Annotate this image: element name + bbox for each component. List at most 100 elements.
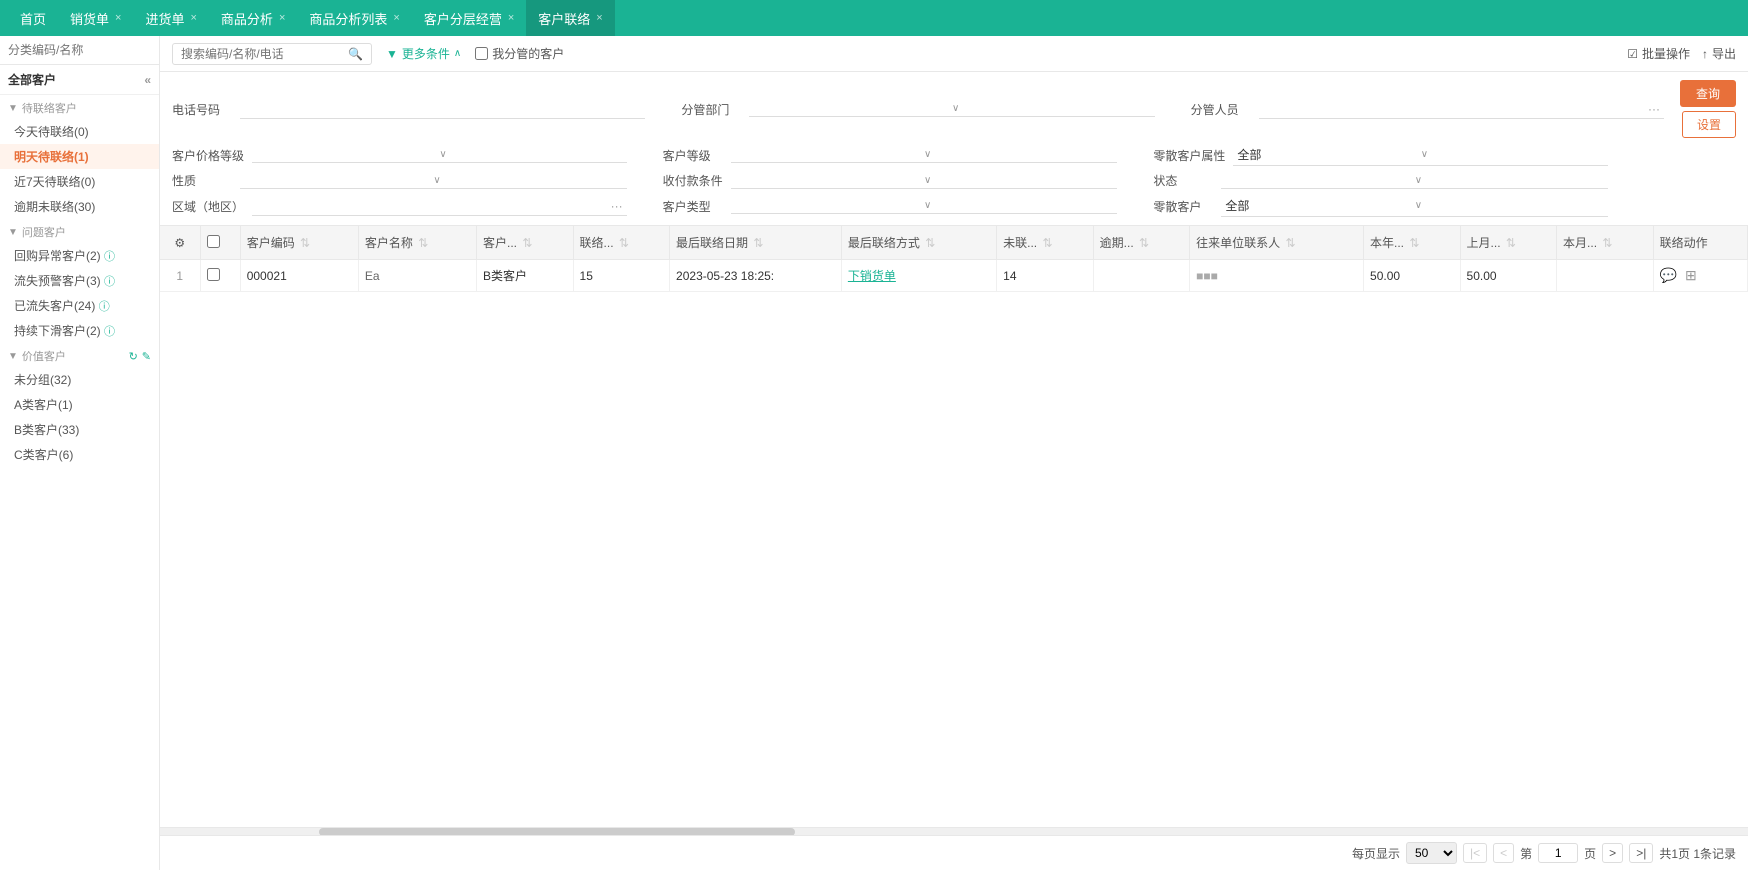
table-header-code[interactable]: 客户编码 ⇅ bbox=[240, 226, 358, 260]
filter-more-btn[interactable]: ▼ 更多条件 ∧ bbox=[380, 42, 467, 65]
grid-icon[interactable]: ⊞ bbox=[1685, 267, 1697, 284]
table-header-last-month[interactable]: 上月... ⇅ bbox=[1460, 226, 1557, 260]
row-select-checkbox[interactable] bbox=[207, 268, 220, 281]
table-header-last-date[interactable]: 最后联络日期 ⇅ bbox=[670, 226, 842, 260]
table-header-uncontacted[interactable]: 未联... ⇅ bbox=[997, 226, 1094, 260]
sidebar-item-repurchase-anomaly[interactable]: 回购异常客户(2) ⓘ bbox=[0, 243, 159, 268]
nav-close-icon[interactable]: × bbox=[596, 12, 602, 24]
nav-customer-segment[interactable]: 客户分层经营 × bbox=[412, 0, 526, 36]
filter-dept: 分管部门 ∨ bbox=[681, 101, 1154, 118]
filter-customer-level-select[interactable]: ∨ bbox=[731, 147, 1118, 163]
filter-phone-input[interactable] bbox=[240, 100, 645, 119]
table-header-current-month[interactable]: 本月... ⇅ bbox=[1557, 226, 1654, 260]
nav-product-analysis[interactable]: 商品分析 × bbox=[209, 0, 297, 36]
filter-row-3: 性质 ∨ 收付款条件 ∨ 状态 bbox=[172, 172, 1736, 189]
filter-retail-attr-select[interactable]: 全部 ∨ bbox=[1233, 144, 1608, 166]
table-header-last-method[interactable]: 最后联络方式 ⇅ bbox=[841, 226, 996, 260]
page-input[interactable] bbox=[1538, 843, 1578, 863]
page-unit: 页 bbox=[1584, 845, 1596, 862]
refresh-icon[interactable]: ↻ bbox=[129, 350, 138, 363]
first-page-btn[interactable]: |< bbox=[1463, 843, 1487, 863]
row-last-method[interactable]: 下销货单 bbox=[841, 260, 996, 292]
row-unit-contact: ■■■ bbox=[1190, 260, 1364, 292]
filter-retail-select[interactable]: 全部 ∨ bbox=[1221, 195, 1608, 217]
arrow-icon: ▼ bbox=[8, 103, 18, 114]
filter-nature-select[interactable]: ∨ bbox=[240, 173, 627, 189]
sidebar-item-a-class[interactable]: A类客户(1) bbox=[0, 392, 159, 417]
next-page-btn[interactable]: > bbox=[1602, 843, 1623, 863]
nav-close-icon[interactable]: × bbox=[190, 12, 196, 24]
sidebar-item-7days[interactable]: 近7天待联络(0) bbox=[0, 169, 159, 194]
filter-customer-type-select[interactable]: ∨ bbox=[731, 198, 1118, 214]
table-header-gear[interactable]: ⚙ bbox=[160, 226, 200, 260]
nav-home[interactable]: 首页 bbox=[8, 0, 58, 36]
export-btn[interactable]: ↑ 导出 bbox=[1702, 45, 1736, 62]
collapse-icon[interactable]: « bbox=[144, 73, 151, 87]
edit-icon[interactable]: ✎ bbox=[142, 350, 151, 363]
nav-close-icon[interactable]: × bbox=[393, 12, 399, 24]
message-icon[interactable]: 💬 bbox=[1660, 267, 1677, 284]
toolbar-search-icon[interactable]: 🔍 bbox=[348, 47, 363, 61]
filter-price-level: 客户价格等级 ∨ bbox=[172, 147, 627, 164]
toolbar-search-input[interactable] bbox=[181, 47, 348, 61]
prev-page-btn[interactable]: < bbox=[1493, 843, 1514, 863]
table-row: 1 000021 Ea B类客户 15 2023-05-23 18:25: 下销… bbox=[160, 260, 1748, 292]
sidebar-item-overdue[interactable]: 逾期未联络(30) bbox=[0, 194, 159, 219]
all-customers-header[interactable]: 全部客户 « bbox=[0, 65, 159, 95]
my-customers-check[interactable] bbox=[475, 47, 488, 60]
table-header-name[interactable]: 客户名称 ⇅ bbox=[358, 226, 476, 260]
sort-icon: ⇅ bbox=[1042, 236, 1052, 250]
total-label: 共1页 1条记录 bbox=[1659, 845, 1736, 862]
filter-customer-type-label: 客户类型 bbox=[663, 198, 723, 215]
sidebar-search-area: 🔍 bbox=[0, 36, 159, 65]
filter-price-level-select[interactable]: ∨ bbox=[252, 147, 627, 163]
sort-icon: ⇅ bbox=[1409, 236, 1419, 250]
filter-customer-level-label: 客户等级 bbox=[663, 147, 723, 164]
table-header-current-year[interactable]: 本年... ⇅ bbox=[1364, 226, 1461, 260]
settings-btn[interactable]: 设置 bbox=[1682, 111, 1736, 138]
filter-status-select[interactable]: ∨ bbox=[1221, 173, 1608, 189]
footer-right: 每页显示 50 100 200 |< < 第 页 > >| 共1页 1条记录 bbox=[1352, 842, 1736, 864]
last-page-btn[interactable]: >| bbox=[1629, 843, 1653, 863]
sidebar-item-tomorrow[interactable]: 明天待联络(1) bbox=[0, 144, 159, 169]
nav-sales-order[interactable]: 销货单 × bbox=[58, 0, 133, 36]
sidebar-item-declining[interactable]: 持续下滑客户(2) ⓘ bbox=[0, 318, 159, 343]
filter-retail-attr-label: 零散客户属性 bbox=[1153, 147, 1225, 164]
ellipsis-icon[interactable]: ··· bbox=[611, 199, 623, 213]
sidebar-item-ungrouped[interactable]: 未分组(32) bbox=[0, 367, 159, 392]
batch-op-btn[interactable]: ☑ 批量操作 bbox=[1627, 45, 1690, 62]
nav-product-analysis-list[interactable]: 商品分析列表 × bbox=[297, 0, 411, 36]
sidebar-search-input[interactable] bbox=[8, 43, 160, 57]
table-header-checkbox[interactable] bbox=[200, 226, 240, 260]
row-checkbox[interactable] bbox=[200, 260, 240, 292]
ellipsis-icon[interactable]: ··· bbox=[1648, 102, 1660, 116]
table-header-overdue[interactable]: 逾期... ⇅ bbox=[1093, 226, 1190, 260]
action-icons: 💬 ⊞ bbox=[1660, 267, 1741, 284]
nav-close-icon[interactable]: × bbox=[115, 12, 121, 24]
table-header-unit-contact[interactable]: 往来单位联系人 ⇅ bbox=[1190, 226, 1364, 260]
nav-close-icon[interactable]: × bbox=[508, 12, 514, 24]
sidebar-item-b-class[interactable]: B类客户(33) bbox=[0, 417, 159, 442]
filter-person-label: 分管人员 bbox=[1191, 101, 1251, 118]
row-type: B类客户 bbox=[477, 260, 574, 292]
filter-panel: 电话号码 分管部门 ∨ 分管人员 ··· bbox=[160, 72, 1748, 226]
last-method-link[interactable]: 下销货单 bbox=[848, 269, 896, 283]
nav-close-icon[interactable]: × bbox=[279, 12, 285, 24]
sidebar-item-today[interactable]: 今天待联络(0) bbox=[0, 119, 159, 144]
filter-region-label: 区域（地区） bbox=[172, 198, 244, 215]
sidebar-item-churned[interactable]: 已流失客户(24) ⓘ bbox=[0, 293, 159, 318]
sort-icon: ⇅ bbox=[1286, 236, 1296, 250]
filter-payment-select[interactable]: ∨ bbox=[731, 173, 1118, 189]
table-header-contact-count[interactable]: 联络... ⇅ bbox=[573, 226, 670, 260]
per-page-label: 每页显示 bbox=[1352, 845, 1400, 862]
sidebar-item-churn-warning[interactable]: 流失预警客户(3) ⓘ bbox=[0, 268, 159, 293]
filter-dept-select[interactable]: ∨ bbox=[749, 101, 1154, 117]
select-all-checkbox[interactable] bbox=[207, 235, 220, 248]
nav-purchase-order[interactable]: 进货单 × bbox=[133, 0, 208, 36]
per-page-select[interactable]: 50 100 200 bbox=[1406, 842, 1457, 864]
table-header-type[interactable]: 客户... ⇅ bbox=[477, 226, 574, 260]
query-btn[interactable]: 查询 bbox=[1680, 80, 1736, 107]
nav-customer-contact[interactable]: 客户联络 × bbox=[526, 0, 614, 36]
my-customers-checkbox[interactable]: 我分管的客户 bbox=[475, 45, 564, 62]
sidebar-item-c-class[interactable]: C类客户(6) bbox=[0, 442, 159, 467]
